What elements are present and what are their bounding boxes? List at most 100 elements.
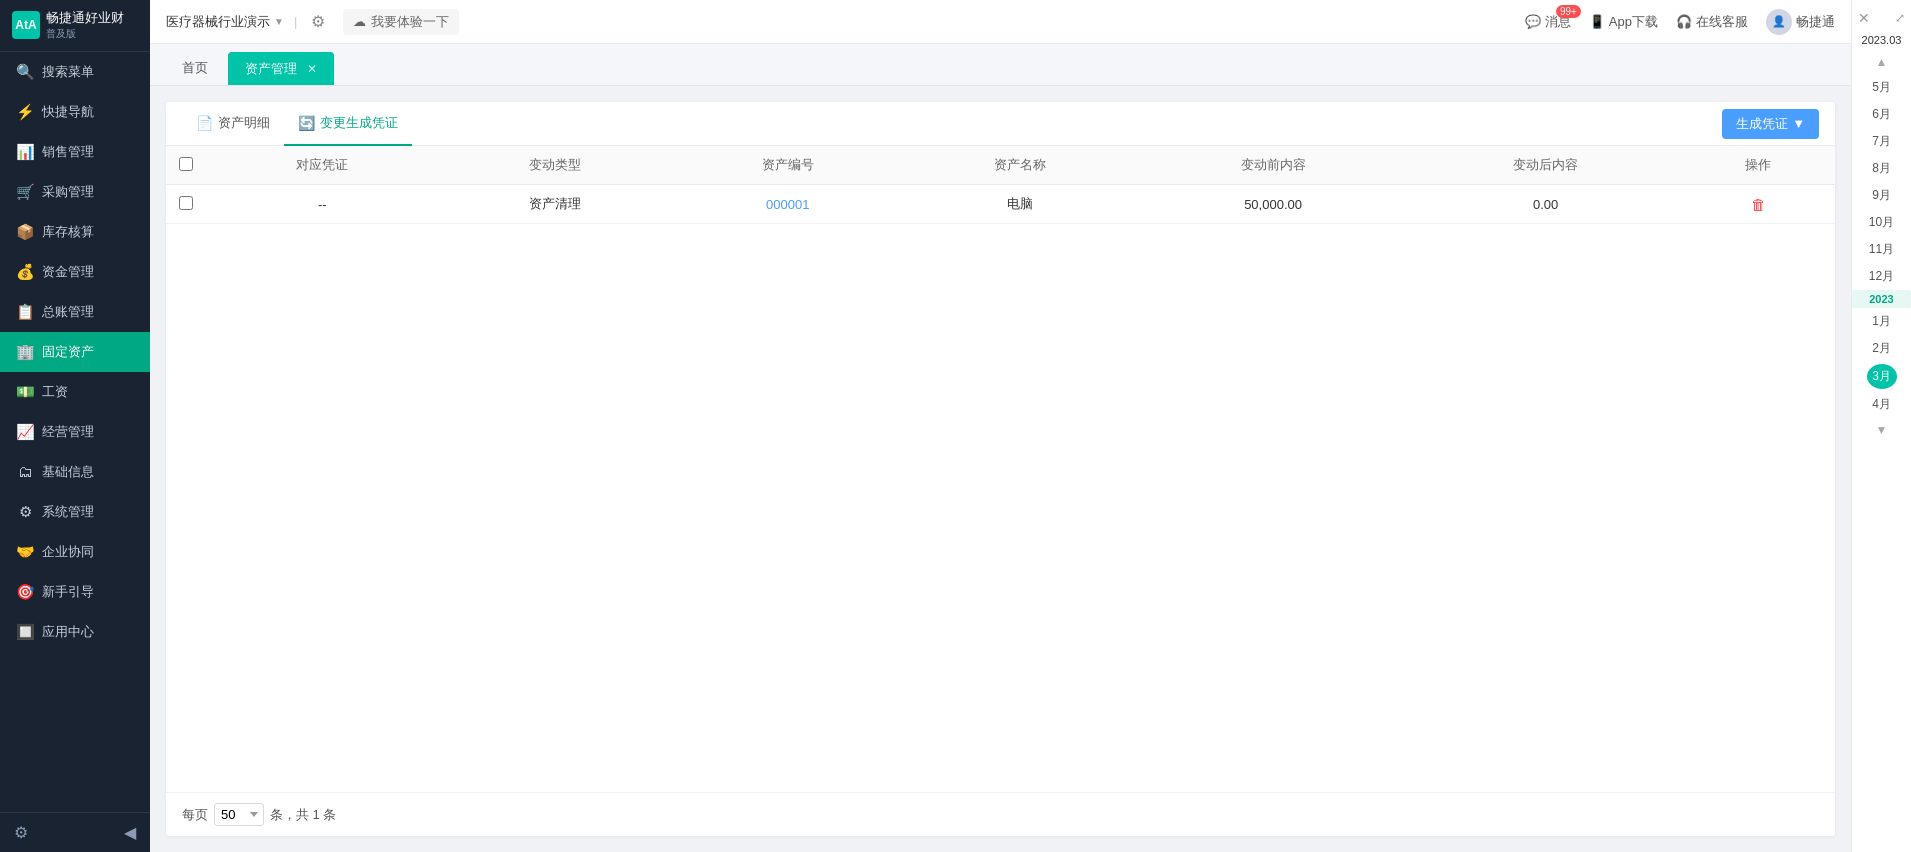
sidebar-item-salary[interactable]: 💵 工资 bbox=[0, 372, 150, 412]
right-panel: ✕ ⤢ 2023.03 ▲ 5月 6月 7月 8月 9月 10月 11月 12月… bbox=[1851, 0, 1911, 852]
sidebar-item-enterprise[interactable]: 🤝 企业协同 bbox=[0, 532, 150, 572]
user-info[interactable]: 👤 畅捷通 bbox=[1766, 9, 1835, 35]
sidebar-item-guide[interactable]: 🎯 新手引导 bbox=[0, 572, 150, 612]
month-1[interactable]: 1月 bbox=[1852, 308, 1911, 335]
online-service-btn[interactable]: 🎧 在线客服 bbox=[1676, 13, 1748, 31]
app-download-btn[interactable]: 📱 App下载 bbox=[1589, 13, 1658, 31]
experience-label: 我要体验一下 bbox=[371, 13, 449, 31]
company-selector[interactable]: 医疗器械行业演示 ▼ bbox=[166, 13, 284, 31]
sub-tab-change-voucher[interactable]: 🔄 变更生成凭证 bbox=[284, 102, 412, 146]
total-label: 条，共 1 条 bbox=[270, 806, 336, 824]
change-voucher-icon: 🔄 bbox=[298, 115, 315, 131]
settings-footer-icon[interactable]: ⚙ bbox=[14, 823, 28, 842]
scroll-down-btn[interactable]: ▼ bbox=[1852, 418, 1911, 442]
month-7[interactable]: 7月 bbox=[1852, 128, 1911, 155]
message-icon: 💬 bbox=[1525, 14, 1541, 29]
month-11[interactable]: 11月 bbox=[1852, 236, 1911, 263]
td-change-type: 资产清理 bbox=[439, 185, 672, 224]
right-panel-close-btn[interactable]: ✕ bbox=[1858, 10, 1870, 26]
table-row: -- 资产清理 000001 电脑 bbox=[166, 185, 1835, 224]
messages-badge: 99+ bbox=[1556, 5, 1581, 18]
sidebar-item-inventory[interactable]: 📦 库存核算 bbox=[0, 212, 150, 252]
settings-icon[interactable]: ⚙ bbox=[311, 12, 325, 31]
month-5[interactable]: 5月 bbox=[1852, 74, 1911, 101]
right-panel-expand-btn[interactable]: ⤢ bbox=[1895, 11, 1905, 25]
sales-icon: 📊 bbox=[16, 143, 34, 161]
sidebar-item-purchase[interactable]: 🛒 采购管理 bbox=[0, 172, 150, 212]
sidebar-item-search[interactable]: 🔍 搜索菜单 bbox=[0, 52, 150, 92]
sidebar-item-operations[interactable]: 📈 经营管理 bbox=[0, 412, 150, 452]
sub-tab-asset-list[interactable]: 📄 资产明细 bbox=[182, 102, 284, 146]
sidebar-item-fixed-assets[interactable]: 🏢 固定资产 bbox=[0, 332, 150, 372]
month-9[interactable]: 9月 bbox=[1852, 182, 1911, 209]
sidebar-item-label: 采购管理 bbox=[42, 183, 94, 201]
tab-home[interactable]: 首页 bbox=[166, 52, 224, 85]
sidebar-item-label: 总账管理 bbox=[42, 303, 94, 321]
sidebar-item-label: 固定资产 bbox=[42, 343, 94, 361]
row-checkbox[interactable] bbox=[179, 196, 193, 210]
search-icon: 🔍 bbox=[16, 63, 34, 81]
sidebar-nav: 🔍 搜索菜单 ⚡ 快捷导航 📊 销售管理 🛒 采购管理 📦 库存核算 💰 资金管… bbox=[0, 52, 150, 812]
th-after-change: 变动后内容 bbox=[1409, 146, 1682, 185]
sidebar-item-ledger[interactable]: 📋 总账管理 bbox=[0, 292, 150, 332]
month-10[interactable]: 10月 bbox=[1852, 209, 1911, 236]
sidebar-item-quick-nav[interactable]: ⚡ 快捷导航 bbox=[0, 92, 150, 132]
messages-btn[interactable]: 💬 消息 99+ bbox=[1525, 13, 1571, 31]
purchase-icon: 🛒 bbox=[16, 183, 34, 201]
sidebar-item-sales[interactable]: 📊 销售管理 bbox=[0, 132, 150, 172]
inventory-icon: 📦 bbox=[16, 223, 34, 241]
generate-voucher-button[interactable]: 生成凭证 ▼ bbox=[1722, 109, 1819, 139]
month-8[interactable]: 8月 bbox=[1852, 155, 1911, 182]
table-container: 对应凭证 变动类型 资产编号 资产名称 bbox=[166, 146, 1835, 792]
main-area: 医疗器械行业演示 ▼ | ⚙ ☁ 我要体验一下 💬 消息 99+ 📱 App下载… bbox=[150, 0, 1851, 852]
th-change-type: 变动类型 bbox=[439, 146, 672, 185]
th-asset-name: 资产名称 bbox=[904, 146, 1137, 185]
sidebar-item-label: 搜索菜单 bbox=[42, 63, 94, 81]
month-2[interactable]: 2月 bbox=[1852, 335, 1911, 362]
company-name: 医疗器械行业演示 bbox=[166, 13, 270, 31]
td-after-change: 0.00 bbox=[1409, 185, 1682, 224]
sidebar-item-label: 新手引导 bbox=[42, 583, 94, 601]
salary-icon: 💵 bbox=[16, 383, 34, 401]
avatar: 👤 bbox=[1766, 9, 1792, 35]
sidebar-item-app-center[interactable]: 🔲 应用中心 bbox=[0, 612, 150, 652]
basic-info-icon: 🗂 bbox=[16, 463, 34, 480]
select-all-checkbox[interactable] bbox=[179, 157, 193, 171]
sidebar-item-system[interactable]: ⚙ 系统管理 bbox=[0, 492, 150, 532]
th-checkbox bbox=[166, 146, 206, 185]
system-icon: ⚙ bbox=[16, 503, 34, 521]
tab-close-icon[interactable]: ✕ bbox=[307, 62, 317, 76]
sidebar-item-funds[interactable]: 💰 资金管理 bbox=[0, 252, 150, 292]
month-12[interactable]: 12月 bbox=[1852, 263, 1911, 290]
app-download-label: App下载 bbox=[1609, 13, 1658, 31]
main-card: 📄 资产明细 🔄 变更生成凭证 生成凭证 ▼ bbox=[166, 102, 1835, 836]
delete-row-button[interactable]: 🗑 bbox=[1751, 196, 1766, 213]
pagination: 每页 50 10 20 100 条，共 1 条 bbox=[166, 792, 1835, 836]
asset-list-icon: 📄 bbox=[196, 115, 213, 131]
funds-icon: 💰 bbox=[16, 263, 34, 281]
sidebar-item-label: 快捷导航 bbox=[42, 103, 94, 121]
collapse-icon[interactable]: ◀ bbox=[124, 823, 136, 842]
dropdown-btn-arrow: ▼ bbox=[1792, 116, 1805, 131]
logo-text: 畅捷通好业财 bbox=[46, 10, 124, 27]
per-page-label: 每页 bbox=[182, 806, 208, 824]
experience-btn[interactable]: ☁ 我要体验一下 bbox=[343, 9, 459, 35]
app-center-icon: 🔲 bbox=[16, 623, 34, 641]
scroll-up-btn[interactable]: ▲ bbox=[1852, 50, 1911, 74]
asset-mgmt-tab-label: 资产管理 bbox=[245, 61, 297, 76]
sidebar-item-label: 基础信息 bbox=[42, 463, 94, 481]
td-checkbox bbox=[166, 185, 206, 224]
tab-asset-mgmt[interactable]: 资产管理 ✕ bbox=[228, 52, 334, 85]
td-asset-name: 电脑 bbox=[904, 185, 1137, 224]
fixed-assets-icon: 🏢 bbox=[16, 343, 34, 361]
sidebar-item-label: 资金管理 bbox=[42, 263, 94, 281]
sidebar-item-basic-info[interactable]: 🗂 基础信息 bbox=[0, 452, 150, 492]
per-page-select[interactable]: 50 10 20 100 bbox=[214, 803, 264, 826]
month-6[interactable]: 6月 bbox=[1852, 101, 1911, 128]
sub-tabbar: 📄 资产明细 🔄 变更生成凭证 生成凭证 ▼ bbox=[166, 102, 1835, 146]
cloud-icon: ☁ bbox=[353, 14, 366, 29]
up-arrow-icon[interactable]: ▲ bbox=[1874, 53, 1890, 71]
month-3[interactable]: 3月 bbox=[1867, 364, 1897, 389]
down-arrow-icon[interactable]: ▼ bbox=[1874, 421, 1890, 439]
month-4[interactable]: 4月 bbox=[1852, 391, 1911, 418]
